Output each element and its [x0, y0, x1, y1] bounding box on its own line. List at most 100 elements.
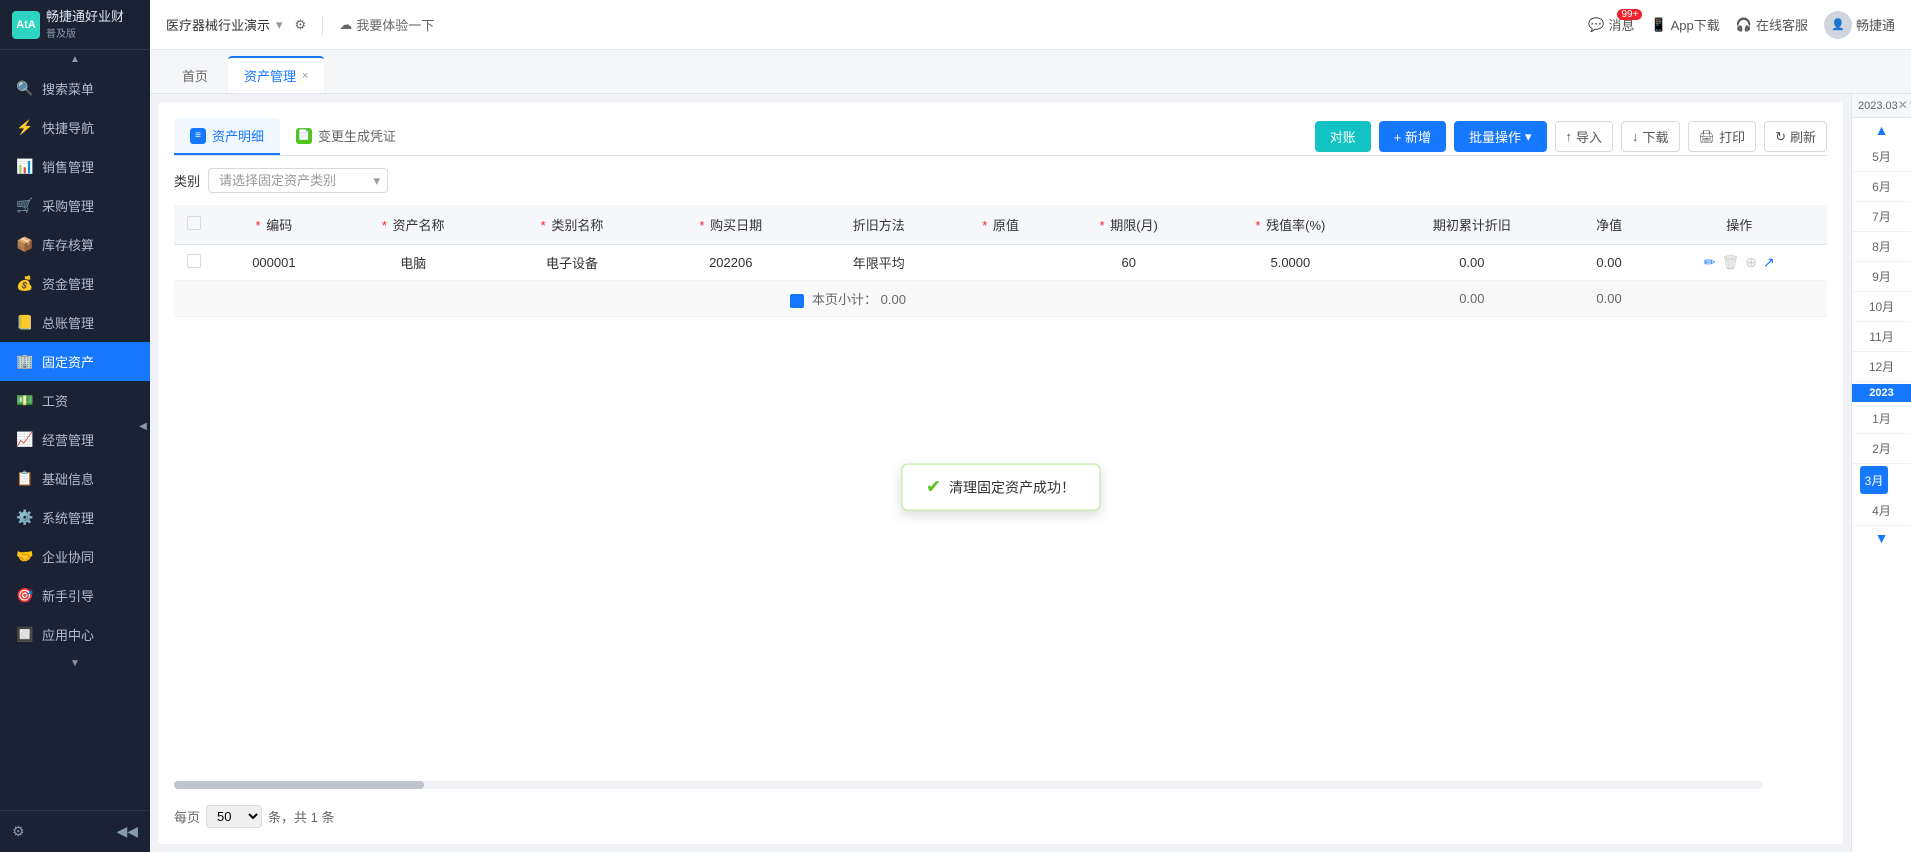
edit-icon[interactable]: ✏ [1704, 254, 1716, 271]
timeline-month-11[interactable]: 11月 [1852, 322, 1911, 352]
table-scrollbar-track[interactable] [174, 781, 1763, 789]
th-original-value: * 原值 [947, 205, 1053, 245]
experience-btn[interactable]: ☁ 我要体验一下 [339, 15, 434, 34]
topbar-divider [322, 15, 323, 35]
tab-home[interactable]: 首页 [166, 58, 224, 93]
system-icon: ⚙️ [16, 509, 34, 527]
timeline-up-icon: ▲ [1875, 122, 1889, 138]
sidebar-item-system[interactable]: ⚙️ 系统管理 [0, 498, 150, 537]
change-voucher-tab-icon: 📄 [296, 128, 312, 144]
gear-icon[interactable]: ⚙ [295, 17, 307, 33]
timeline-month-5[interactable]: 5月 [1852, 142, 1911, 172]
sidebar: AtA 畅捷通好业财 普及版 ◀ ▲ 🔍 搜索菜单 ⚡ 快捷导航 📊 销售管理 … [0, 0, 150, 852]
subtotal-net-value: 0.00 [1567, 281, 1652, 317]
download-btn[interactable]: ↓ 下载 [1621, 121, 1680, 152]
delete-icon[interactable]: 🗑 [1721, 254, 1739, 271]
sidebar-item-cooperation[interactable]: 🤝 企业协同 [0, 537, 150, 576]
timeline-month-8[interactable]: 8月 [1852, 232, 1911, 262]
sub-tab-change-voucher[interactable]: 📄 变更生成凭证 [280, 118, 412, 155]
select-all-checkbox[interactable] [187, 216, 201, 230]
timeline-nav-up[interactable]: ▲ [1852, 118, 1911, 142]
timeline-month-1[interactable]: 1月 [1852, 404, 1911, 434]
sidebar-item-search[interactable]: 🔍 搜索菜单 [0, 69, 150, 108]
sidebar-item-label: 经营管理 [42, 430, 94, 449]
message-btn[interactable]: 💬 消息 99+ [1588, 15, 1634, 34]
refresh-btn[interactable]: ↻ 刷新 [1764, 121, 1827, 152]
sidebar-item-quick-nav[interactable]: ⚡ 快捷导航 [0, 108, 150, 147]
timeline-month-12[interactable]: 12月 [1852, 352, 1911, 382]
timeline-month-9[interactable]: 9月 [1852, 262, 1911, 292]
copy-icon[interactable]: ⊕ [1745, 254, 1757, 271]
sidebar-item-inventory[interactable]: 📦 库存核算 [0, 225, 150, 264]
sub-tab-asset-detail[interactable]: ≡ 资产明细 [174, 118, 280, 155]
sidebar-item-purchase[interactable]: 🛒 采购管理 [0, 186, 150, 225]
funds-icon: 💰 [16, 275, 34, 293]
sidebar-item-app-center[interactable]: 🔲 应用中心 [0, 615, 150, 654]
row-original-value [947, 245, 1053, 281]
import-icon: ↑ [1566, 129, 1573, 144]
batch-label: 批量操作 [1469, 127, 1521, 146]
batch-dropdown-icon: ▾ [1525, 129, 1532, 145]
sidebar-item-label: 总账管理 [42, 313, 94, 332]
message-icon: 💬 [1588, 17, 1604, 33]
row-net-value: 0.00 [1567, 245, 1652, 281]
row-checkbox[interactable] [187, 254, 201, 268]
sidebar-item-ledger[interactable]: 📒 总账管理 [0, 303, 150, 342]
timeline-month-4[interactable]: 4月 [1852, 496, 1911, 526]
sidebar-item-payroll[interactable]: 💵 工资 [0, 381, 150, 420]
filter-category-wrapper[interactable]: 请选择固定资产类别 [208, 168, 388, 193]
batch-btn[interactable]: 批量操作 ▾ [1454, 121, 1547, 152]
timeline-month-3-active[interactable]: 3月 [1860, 466, 1888, 494]
th-residual-rate: * 残值率(%) [1204, 205, 1377, 245]
filter-category-label: 类别 [174, 171, 200, 190]
timeline-month-2[interactable]: 2月 [1852, 434, 1911, 464]
sidebar-scroll-up[interactable]: ▲ [0, 50, 150, 69]
timeline-nav-down[interactable]: ▼ [1852, 526, 1911, 550]
sidebar-item-label: 企业协同 [42, 547, 94, 566]
subtotal-initial-dep: 0.00 [1377, 281, 1567, 317]
sidebar-item-fixed-assets[interactable]: 🏢 固定资产 [0, 342, 150, 381]
topbar-right: 💬 消息 99+ 📱 App下载 🎧 在线客服 👤 畅捷通 [1588, 11, 1895, 39]
asset-detail-tab-icon: ≡ [190, 128, 206, 144]
sidebar-item-basic-info[interactable]: 📋 基础信息 [0, 459, 150, 498]
sub-tab-detail-label: 资产明细 [212, 126, 264, 145]
online-service-btn[interactable]: 🎧 在线客服 [1736, 15, 1808, 34]
sidebar-scroll-down[interactable]: ▼ [0, 654, 150, 673]
sidebar-item-label: 固定资产 [42, 352, 94, 371]
row-initial-depreciation: 0.00 [1377, 245, 1567, 281]
sidebar-collapse-btn[interactable]: ◀ [136, 396, 150, 456]
experience-label: 我要体验一下 [356, 15, 434, 34]
timeline-month-7[interactable]: 7月 [1852, 202, 1911, 232]
total-label: 条，共 1 条 [268, 807, 334, 826]
sidebar-item-funds[interactable]: 💰 资金管理 [0, 264, 150, 303]
company-dropdown-icon: ▾ [276, 17, 283, 33]
tab-asset-mgmt[interactable]: 资产管理 × [228, 56, 324, 93]
per-page-select[interactable]: 50 10 20 100 [206, 805, 262, 828]
timeline-month-6[interactable]: 6月 [1852, 172, 1911, 202]
timeline-month-10[interactable]: 10月 [1852, 292, 1911, 322]
user-btn[interactable]: 👤 畅捷通 [1824, 11, 1895, 39]
tab-home-label: 首页 [182, 66, 208, 85]
more-icon[interactable]: ↗ [1763, 254, 1775, 271]
collapse-icon[interactable]: ◀◀ [112, 819, 142, 844]
filter-category-select[interactable]: 请选择固定资产类别 [208, 168, 388, 193]
sidebar-item-guide[interactable]: 🎯 新手引导 [0, 576, 150, 615]
app-download-btn[interactable]: 📱 App下载 [1650, 15, 1719, 34]
subtotal-empty2 [334, 281, 493, 317]
settings-icon[interactable]: ⚙ [8, 819, 29, 844]
company-selector[interactable]: 医疗器械行业演示 ▾ [166, 15, 283, 34]
print-btn[interactable]: 🖨 打印 [1688, 121, 1757, 152]
new-btn[interactable]: + 新增 [1379, 121, 1446, 152]
tabbar: 首页 资产管理 × [150, 50, 1911, 94]
table-scrollbar-thumb[interactable] [174, 781, 424, 789]
timeline-close-btn[interactable]: ✕ [1898, 98, 1908, 113]
account-btn[interactable]: 对账 [1315, 121, 1371, 152]
import-btn[interactable]: ↑ 导入 [1555, 121, 1614, 152]
tab-close-icon[interactable]: × [302, 70, 308, 82]
content-area: ≡ 资产明细 📄 变更生成凭证 对账 + 新增 批量操作 ▾ ↑ [150, 94, 1911, 852]
subtotal-label: 本页小计： [812, 292, 877, 307]
timeline-current-year: 2023 [1852, 384, 1911, 402]
timeline-title: 2023.03 [1858, 100, 1898, 112]
sidebar-item-operations[interactable]: 📈 经营管理 [0, 420, 150, 459]
sidebar-item-sales[interactable]: 📊 销售管理 [0, 147, 150, 186]
